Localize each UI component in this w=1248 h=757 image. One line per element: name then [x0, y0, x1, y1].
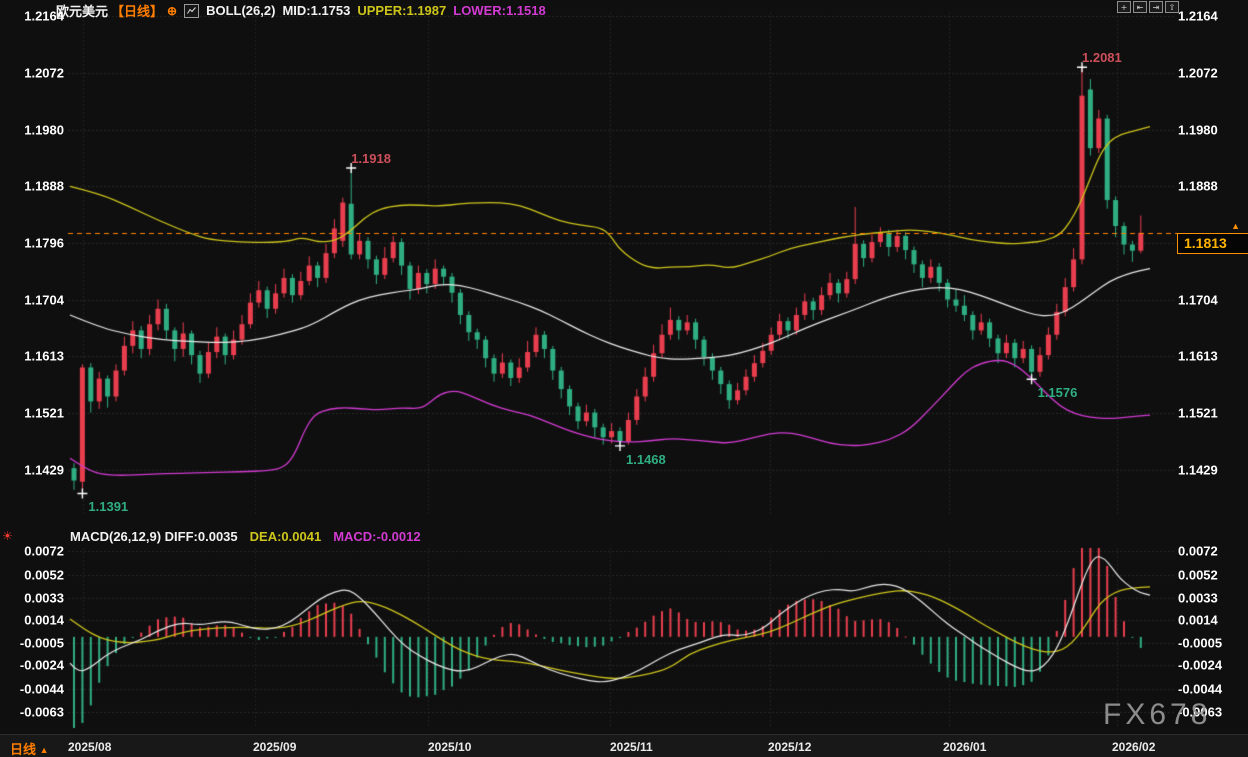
time-axis-date: 2025/08 — [68, 740, 111, 754]
boll-upper-value: UPPER:1.1987 — [357, 3, 446, 18]
macd-axis-label-left: -0.0063 — [2, 705, 64, 720]
price-axis-label-right: 1.1980 — [1178, 122, 1218, 137]
macd-axis-label-left: 0.0014 — [2, 613, 64, 628]
swing-high-label: 1.2081 — [1082, 50, 1122, 65]
candlestick-chart-canvas[interactable] — [0, 0, 1248, 757]
price-axis-label-right: 1.1429 — [1178, 463, 1218, 478]
time-axis-bar: 日线 ▲ 2025/08 2025/09 2025/10 2025/11 2025/12… — [0, 734, 1248, 757]
price-axis-label-left: 1.1888 — [2, 179, 64, 194]
swing-low-label: 1.1576 — [1038, 385, 1078, 400]
macd-axis-label-right: 0.0072 — [1178, 544, 1218, 559]
price-axis-label-right: 1.1613 — [1178, 349, 1218, 364]
boll-indicator-label: BOLL(26,2) — [206, 3, 275, 18]
boll-lower-value: LOWER:1.1518 — [453, 3, 545, 18]
price-axis-label-left: 1.1980 — [2, 122, 64, 137]
price-axis-label-right: 1.2072 — [1178, 65, 1218, 80]
price-axis-label-right: 1.1704 — [1178, 293, 1218, 308]
period-selector[interactable]: 日线 ▲ — [10, 739, 49, 757]
price-marker-icon: ▲ — [1231, 221, 1240, 231]
sun-icon: ☀ — [2, 529, 13, 543]
period-tag: 【日线】 — [111, 1, 163, 20]
time-axis-date: 2026/01 — [943, 740, 986, 754]
macd-axis-label-left: -0.0024 — [2, 658, 64, 673]
current-price-tag: ▲ 1.1813 — [1177, 224, 1248, 254]
time-axis-date: 2025/12 — [768, 740, 811, 754]
macd-axis-label-right: 0.0014 — [1178, 613, 1218, 628]
chart-toolbar: +⇤⇥⇧ — [1117, 1, 1179, 13]
macd-axis-label-left: -0.0044 — [2, 682, 64, 697]
price-axis-label-left: 1.1429 — [2, 463, 64, 478]
macd-axis-label-right: 0.0033 — [1178, 590, 1218, 605]
time-axis-date: 2026/02 — [1112, 740, 1155, 754]
price-axis-label-left: 1.2072 — [2, 65, 64, 80]
reset-view-icon[interactable]: ⇧ — [1165, 1, 1179, 13]
price-axis-label-right: 1.2164 — [1178, 9, 1218, 24]
select-zoom-icon[interactable]: + — [1117, 1, 1131, 13]
price-axis-label-left: 1.1613 — [2, 349, 64, 364]
macd-axis-label-right: -0.0044 — [1178, 682, 1222, 697]
price-axis-label-left: 1.2164 — [2, 9, 64, 24]
macd-header: MACD(26,12,9) DIFF:0.0035 DEA:0.0041 MAC… — [70, 529, 421, 544]
macd-axis-label-right: -0.0024 — [1178, 658, 1222, 673]
time-axis-date: 2025/10 — [428, 740, 471, 754]
price-axis-label-left: 1.1521 — [2, 406, 64, 421]
current-price-value: 1.1813 — [1177, 233, 1248, 254]
price-axis-label-right: 1.1521 — [1178, 406, 1218, 421]
chevron-up-icon: ▲ — [40, 745, 49, 755]
macd-axis-label-right: 0.0052 — [1178, 567, 1218, 582]
mini-chart-icon — [184, 4, 199, 18]
shift-right-icon[interactable]: ⇥ — [1149, 1, 1163, 13]
watermark: FX678 — [1103, 698, 1211, 732]
macd-axis-label-left: 0.0033 — [2, 590, 64, 605]
boll-mid-value: MID:1.1753 — [282, 3, 350, 18]
shift-left-icon[interactable]: ⇤ — [1133, 1, 1147, 13]
macd-axis-label-left: -0.0005 — [2, 635, 64, 650]
swing-low-label: 1.1468 — [626, 452, 666, 467]
macd-axis-label-right: -0.0005 — [1178, 635, 1222, 650]
macd-axis-label-left: 0.0052 — [2, 567, 64, 582]
price-axis-label-left: 1.1796 — [2, 236, 64, 251]
time-axis-date: 2025/11 — [610, 740, 653, 754]
macd-axis-label-left: 0.0072 — [2, 544, 64, 559]
swing-high-label: 1.1918 — [351, 151, 391, 166]
time-axis-date: 2025/09 — [253, 740, 296, 754]
macd-dea-value: DEA:0.0041 — [250, 529, 322, 544]
price-axis-label-left: 1.1704 — [2, 293, 64, 308]
macd-title-and-diff: MACD(26,12,9) DIFF:0.0035 — [70, 529, 238, 544]
chart-header: 欧元美元【日线】⊕ BOLL(26,2) MID:1.1753 UPPER:1.… — [56, 1, 546, 20]
macd-macd-value: MACD:-0.0012 — [333, 529, 420, 544]
add-indicator-icon[interactable]: ⊕ — [167, 4, 177, 18]
swing-low-label: 1.1391 — [88, 499, 128, 514]
price-axis-label-right: 1.1888 — [1178, 179, 1218, 194]
